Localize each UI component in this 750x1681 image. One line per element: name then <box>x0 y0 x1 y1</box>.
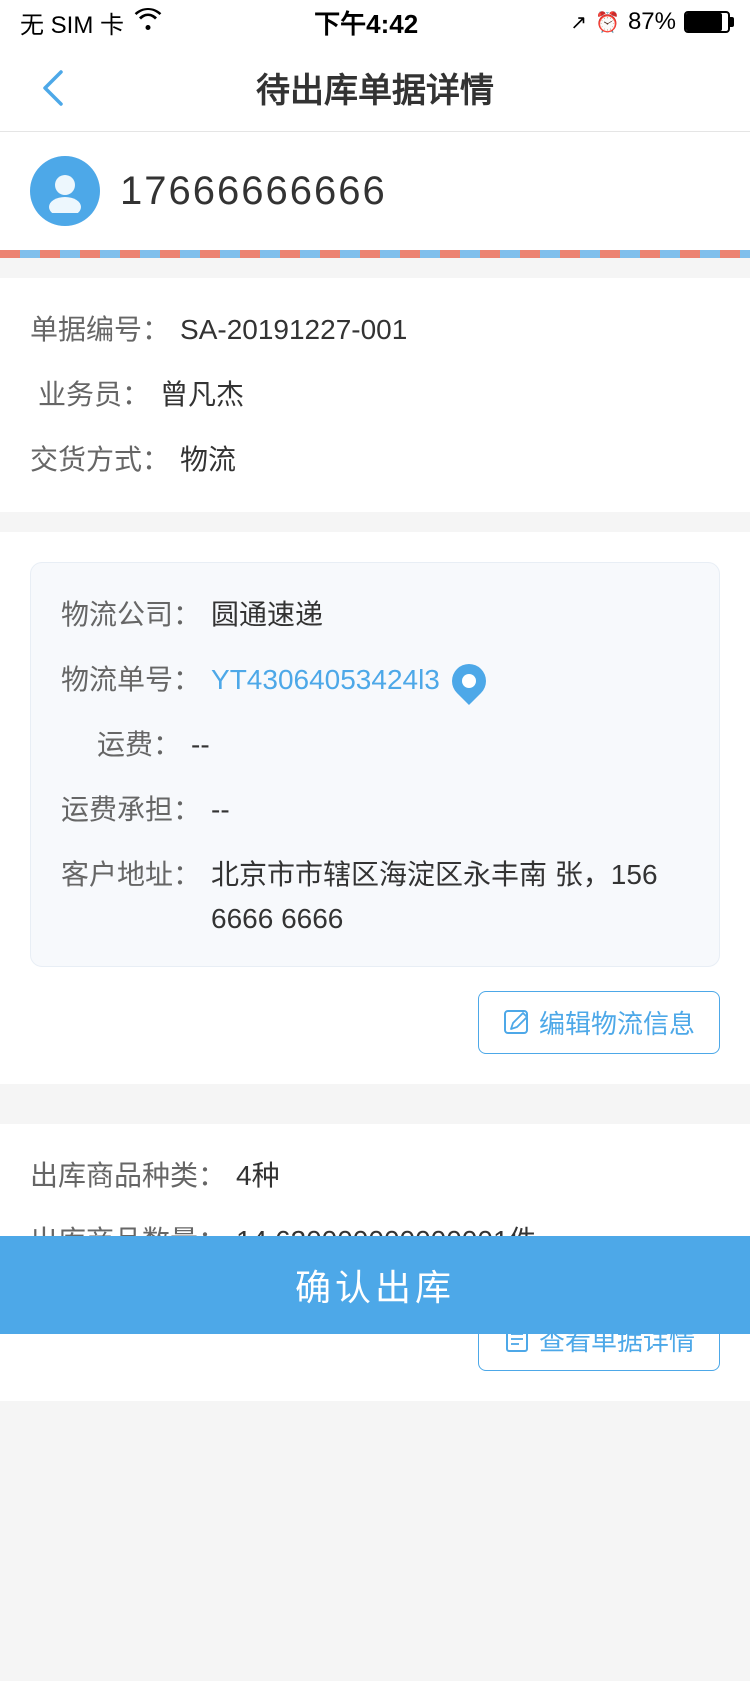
location-arrow-icon: ↗ <box>570 10 587 35</box>
order-info-section: 单据编号： SA-20191227-001 业务员： 曾凡杰 交货方式： 物流 <box>0 278 750 512</box>
logistics-card: 物流公司： 圆通速递 物流单号： YT43064053424l3 运费： -- … <box>30 562 720 967</box>
address-row: 客户地址： 北京市市辖区海淀区永丰南 张，156 6666 6666 <box>61 853 689 943</box>
carrier-label: 无 SIM 卡 <box>20 5 124 40</box>
alarm-icon: ⏰ <box>595 10 620 35</box>
delivery-method-label: 交货方式： <box>30 438 170 483</box>
goods-type-row: 出库商品种类： 4种 <box>30 1154 720 1199</box>
logistics-section: 物流公司： 圆通速递 物流单号： YT43064053424l3 运费： -- … <box>0 532 750 1084</box>
confirm-label: 确认出库 <box>295 1259 455 1311</box>
freight-value: -- <box>191 723 689 768</box>
address-value: 北京市市辖区海淀区永丰南 张，156 6666 6666 <box>211 853 689 943</box>
freight-bearer-value: -- <box>211 788 689 833</box>
status-bar: 无 SIM 卡 下午4:42 ↗ ⏰ 87% <box>0 0 750 44</box>
location-pin-icon[interactable] <box>452 661 486 701</box>
goods-type-label: 出库商品种类： <box>30 1154 226 1199</box>
logistics-company-row: 物流公司： 圆通速递 <box>61 593 689 638</box>
freight-bearer-row: 运费承担： -- <box>61 788 689 833</box>
address-label: 客户地址： <box>61 853 201 898</box>
status-left: 无 SIM 卡 <box>20 5 162 40</box>
status-right: ↗ ⏰ 87% <box>570 8 730 36</box>
order-number-label: 单据编号： <box>30 308 170 353</box>
gray-separator <box>0 1084 750 1104</box>
salesperson-row: 业务员： 曾凡杰 <box>30 373 720 418</box>
salesperson-label: 业务员： <box>30 373 150 418</box>
freight-row: 运费： -- <box>61 723 689 768</box>
tracking-label: 物流单号： <box>61 658 201 703</box>
nav-bar: 待出库单据详情 <box>0 44 750 132</box>
avatar <box>30 156 100 226</box>
freight-bearer-label: 运费承担： <box>61 788 201 833</box>
goods-type-value: 4种 <box>236 1154 720 1199</box>
customer-header: 17666666666 <box>0 132 750 250</box>
salesperson-value: 曾凡杰 <box>160 373 720 418</box>
customer-phone: 17666666666 <box>120 169 387 214</box>
battery-icon <box>684 11 730 33</box>
confirm-button[interactable]: 确认出库 <box>0 1236 750 1334</box>
delivery-method-row: 交货方式： 物流 <box>30 438 720 483</box>
tracking-row: 物流单号： YT43064053424l3 <box>61 658 689 703</box>
order-number-row: 单据编号： SA-20191227-001 <box>30 308 720 353</box>
freight-label: 运费： <box>61 723 181 768</box>
edit-icon <box>503 1009 531 1037</box>
logistics-company-value: 圆通速递 <box>211 593 689 638</box>
wifi-icon <box>134 8 162 37</box>
tracking-number: YT43064053424l3 <box>211 658 440 703</box>
page-title: 待出库单据详情 <box>256 63 494 112</box>
order-number-value: SA-20191227-001 <box>180 308 720 353</box>
dashed-separator <box>0 250 750 258</box>
bottom-spacer <box>0 1401 750 1681</box>
logistics-company-label: 物流公司： <box>61 593 201 638</box>
battery-percent: 87% <box>628 8 676 36</box>
status-time: 下午4:42 <box>314 4 418 41</box>
back-button[interactable] <box>30 66 74 110</box>
edit-logistics-button[interactable]: 编辑物流信息 <box>478 991 720 1054</box>
delivery-method-value: 物流 <box>180 438 720 483</box>
tracking-value: YT43064053424l3 <box>211 658 689 703</box>
edit-logistics-label: 编辑物流信息 <box>539 1004 695 1041</box>
